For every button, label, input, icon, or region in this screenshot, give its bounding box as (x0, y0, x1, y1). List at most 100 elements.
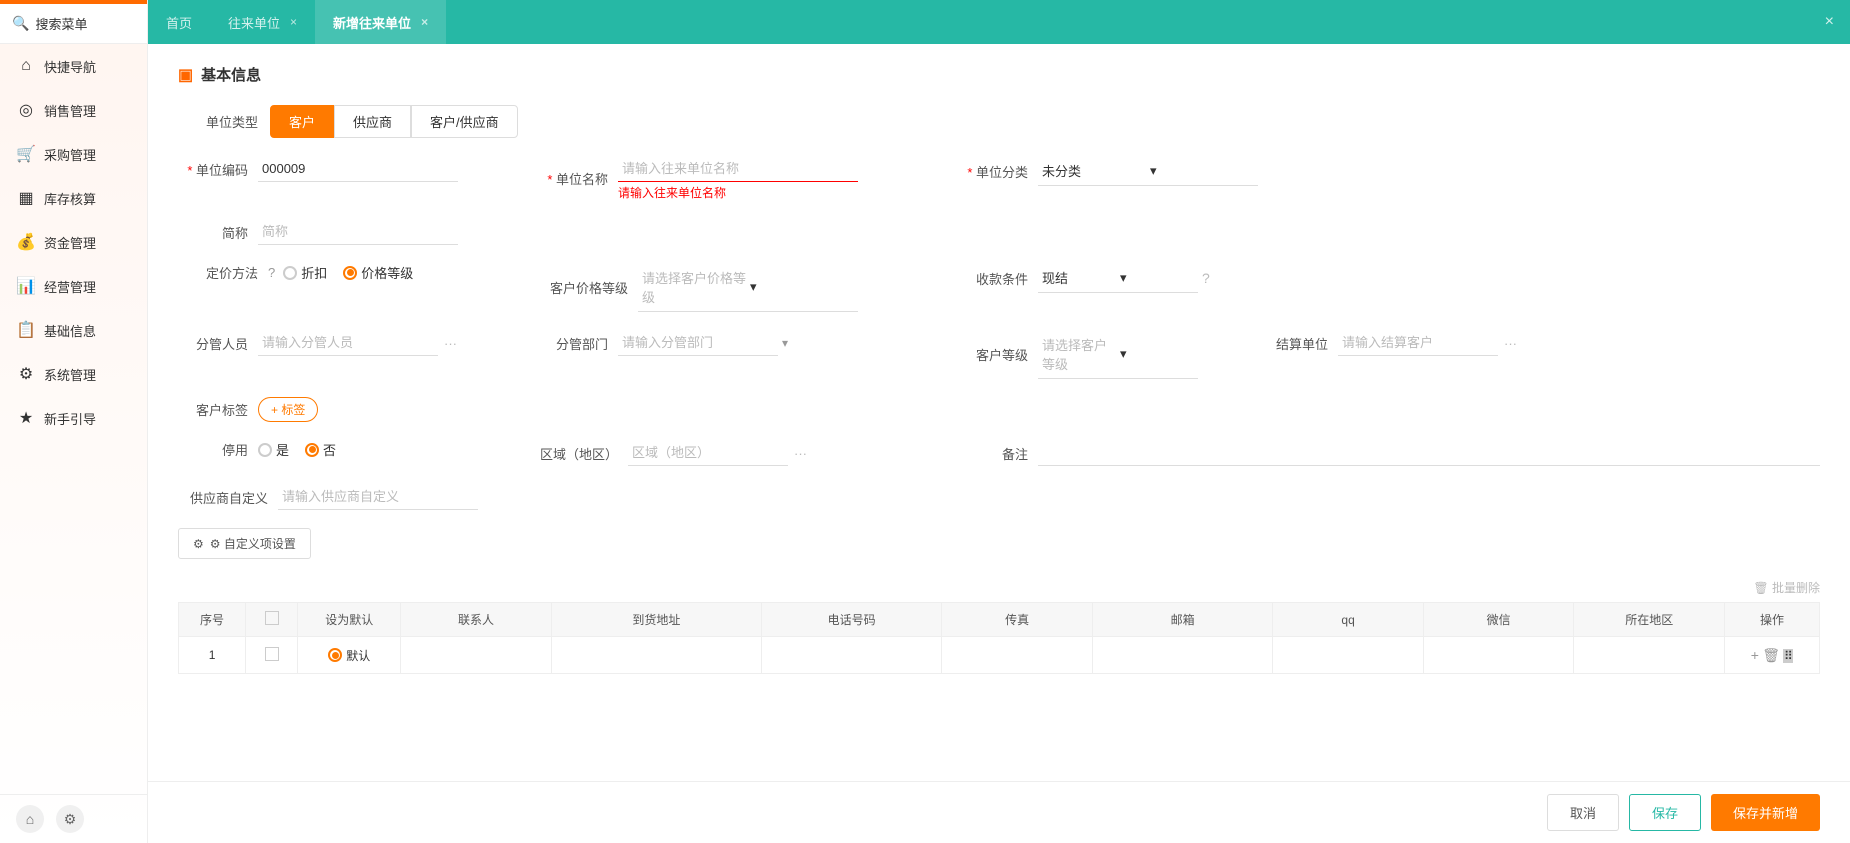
radio-price-level[interactable]: 价格等级 (343, 263, 413, 282)
sidebar-item-system[interactable]: ⚙ 系统管理 (0, 352, 147, 396)
supplier-custom-label: 供应商自定义 (178, 488, 268, 507)
add-tag-btn[interactable]: + 标签 (258, 397, 318, 422)
region-dots[interactable]: ··· (794, 446, 807, 461)
tab-new-partner-close[interactable]: × (421, 15, 428, 29)
tab-partner[interactable]: 往来单位 × (210, 0, 315, 44)
customer-tag-label: 客户标签 (178, 400, 248, 419)
customer-level-placeholder: 请选择客户等级 (1042, 335, 1116, 373)
system-icon: ⚙ (16, 364, 36, 384)
payment-terms-value: 现结 (1042, 268, 1116, 287)
col-check (246, 603, 298, 637)
sidebar-item-guide[interactable]: ★ 新手引导 (0, 396, 147, 440)
remark-label: 备注 (958, 444, 1028, 463)
drag-handle[interactable]: ⠿ (1783, 649, 1793, 663)
unit-category-select[interactable]: 未分类 ▾ (1038, 156, 1258, 186)
cancel-button[interactable]: 取消 (1547, 794, 1619, 831)
radio-no-label: 否 (323, 440, 336, 459)
remark-input[interactable] (1038, 440, 1820, 466)
unit-code-label: 单位编码 (178, 160, 248, 179)
pricing-method-info[interactable]: ? (268, 265, 275, 280)
unit-code-input[interactable] (258, 156, 458, 182)
select-all-checkbox[interactable] (265, 611, 279, 625)
custom-settings-btn[interactable]: ⚙ ⚙ 自定义项设置 (178, 528, 311, 559)
contact-input[interactable] (436, 643, 516, 667)
col-phone: 电话号码 (761, 603, 941, 637)
manager-input[interactable] (258, 330, 438, 356)
default-radio-wrap: 默认 (308, 647, 390, 664)
quick-nav-icon: ⌂ (16, 56, 36, 76)
main-area: 首页 往来单位 × 新增往来单位 × × ▣ 基本信息 单位类型 客户 供应商 … (148, 0, 1850, 843)
unit-type-supplier-btn[interactable]: 供应商 (334, 105, 411, 138)
sidebar-item-basic-info[interactable]: 📋 基础信息 (0, 308, 147, 352)
delete-row-btn[interactable]: 🗑 (1762, 647, 1780, 664)
email-input[interactable] (1133, 643, 1233, 667)
sidebar-item-finance[interactable]: 💰 资金管理 (0, 220, 147, 264)
sidebar-settings-icon[interactable]: ⚙ (56, 805, 84, 833)
unit-type-customer-btn[interactable]: 客户 (270, 105, 334, 138)
department-input[interactable] (618, 330, 778, 356)
fax-input[interactable] (977, 643, 1057, 667)
region-input[interactable] (628, 440, 788, 466)
sidebar-item-sales[interactable]: ◎ 销售管理 (0, 88, 147, 132)
row-region-input[interactable] (1609, 643, 1689, 667)
row-wechat (1423, 637, 1574, 674)
unit-type-label: 单位类型 (178, 112, 258, 131)
settlement-dots[interactable]: ··· (1504, 336, 1517, 351)
close-all-tabs[interactable]: × (1809, 13, 1850, 31)
default-radio[interactable] (328, 648, 342, 662)
row-seq: 1 (179, 637, 246, 674)
sidebar-item-label: 快捷导航 (44, 57, 96, 76)
default-label: 默认 (346, 647, 370, 664)
short-name-input[interactable] (258, 219, 458, 245)
sidebar-home-icon[interactable]: ⌂ (16, 805, 44, 833)
add-row-btn[interactable]: + (1751, 647, 1759, 663)
radio-discount[interactable]: 折扣 (283, 263, 327, 282)
manager-label: 分管人员 (178, 334, 248, 353)
wechat-input[interactable] (1459, 643, 1539, 667)
batch-delete-label: 批量删除 (1772, 581, 1820, 595)
unit-category-value: 未分类 (1042, 161, 1146, 180)
payment-terms-info[interactable]: ? (1202, 270, 1210, 286)
form-row-disabled: 停用 是 否 区域（地区） ··· 备注 (178, 440, 1820, 466)
sidebar-bottom: ⌂ ⚙ (0, 794, 147, 843)
customer-level-chevron: ▾ (1120, 346, 1194, 362)
basic-info-icon: 📋 (16, 320, 36, 340)
save-button[interactable]: 保存 (1629, 794, 1701, 831)
row-check[interactable] (265, 647, 279, 661)
pricing-radio-group: 折扣 价格等级 (283, 263, 413, 282)
unit-name-input[interactable] (618, 156, 858, 182)
tab-home[interactable]: 首页 (148, 0, 210, 44)
save-new-button[interactable]: 保存并新增 (1711, 794, 1820, 831)
sidebar-item-purchase[interactable]: 🛒 采购管理 (0, 132, 147, 176)
sidebar-item-inventory[interactable]: ▦ 库存核算 (0, 176, 147, 220)
qq-input[interactable] (1308, 643, 1388, 667)
payment-terms-label: 收款条件 (958, 269, 1028, 288)
col-qq: qq (1273, 603, 1424, 637)
phone-input[interactable] (802, 643, 902, 667)
payment-terms-chevron: ▾ (1120, 270, 1194, 286)
batch-delete-btn[interactable]: 🗑 批量删除 (1753, 579, 1820, 596)
tab-new-partner[interactable]: 新增往来单位 × (315, 0, 446, 44)
tab-new-partner-label: 新增往来单位 (333, 13, 411, 32)
sidebar-item-quick-nav[interactable]: ⌂ 快捷导航 (0, 44, 147, 88)
settlement-unit-input[interactable] (1338, 330, 1498, 356)
sidebar-item-operations[interactable]: 📊 经营管理 (0, 264, 147, 308)
search-label: 搜索菜单 (35, 14, 87, 33)
radio-no[interactable]: 否 (305, 440, 336, 459)
unit-category-chevron: ▾ (1150, 163, 1254, 179)
radio-yes[interactable]: 是 (258, 440, 289, 459)
search-menu[interactable]: 🔍 搜索菜单 (0, 4, 147, 44)
unit-type-both-btn[interactable]: 客户/供应商 (411, 105, 518, 138)
supplier-custom-input[interactable] (278, 484, 478, 510)
row-contact (401, 637, 552, 674)
field-settlement-unit: 结算单位 ··· (1258, 330, 1820, 356)
manager-dots[interactable]: ··· (444, 336, 457, 351)
tab-partner-close[interactable]: × (290, 15, 297, 29)
address-input[interactable] (596, 643, 716, 667)
sidebar-item-label: 基础信息 (44, 321, 96, 340)
payment-terms-select[interactable]: 现结 ▾ (1038, 263, 1198, 293)
customer-level-select[interactable]: 请选择客户等级 ▾ (1038, 330, 1198, 379)
customer-price-level-select[interactable]: 请选择客户价格等级 ▾ (638, 263, 858, 312)
field-payment-terms: 收款条件 现结 ▾ ? (958, 263, 1820, 293)
form-row-manager: 分管人员 ··· 分管部门 ▾ 客户等级 请选择客户等级 ▾ 结算单位 ··· (178, 330, 1820, 379)
